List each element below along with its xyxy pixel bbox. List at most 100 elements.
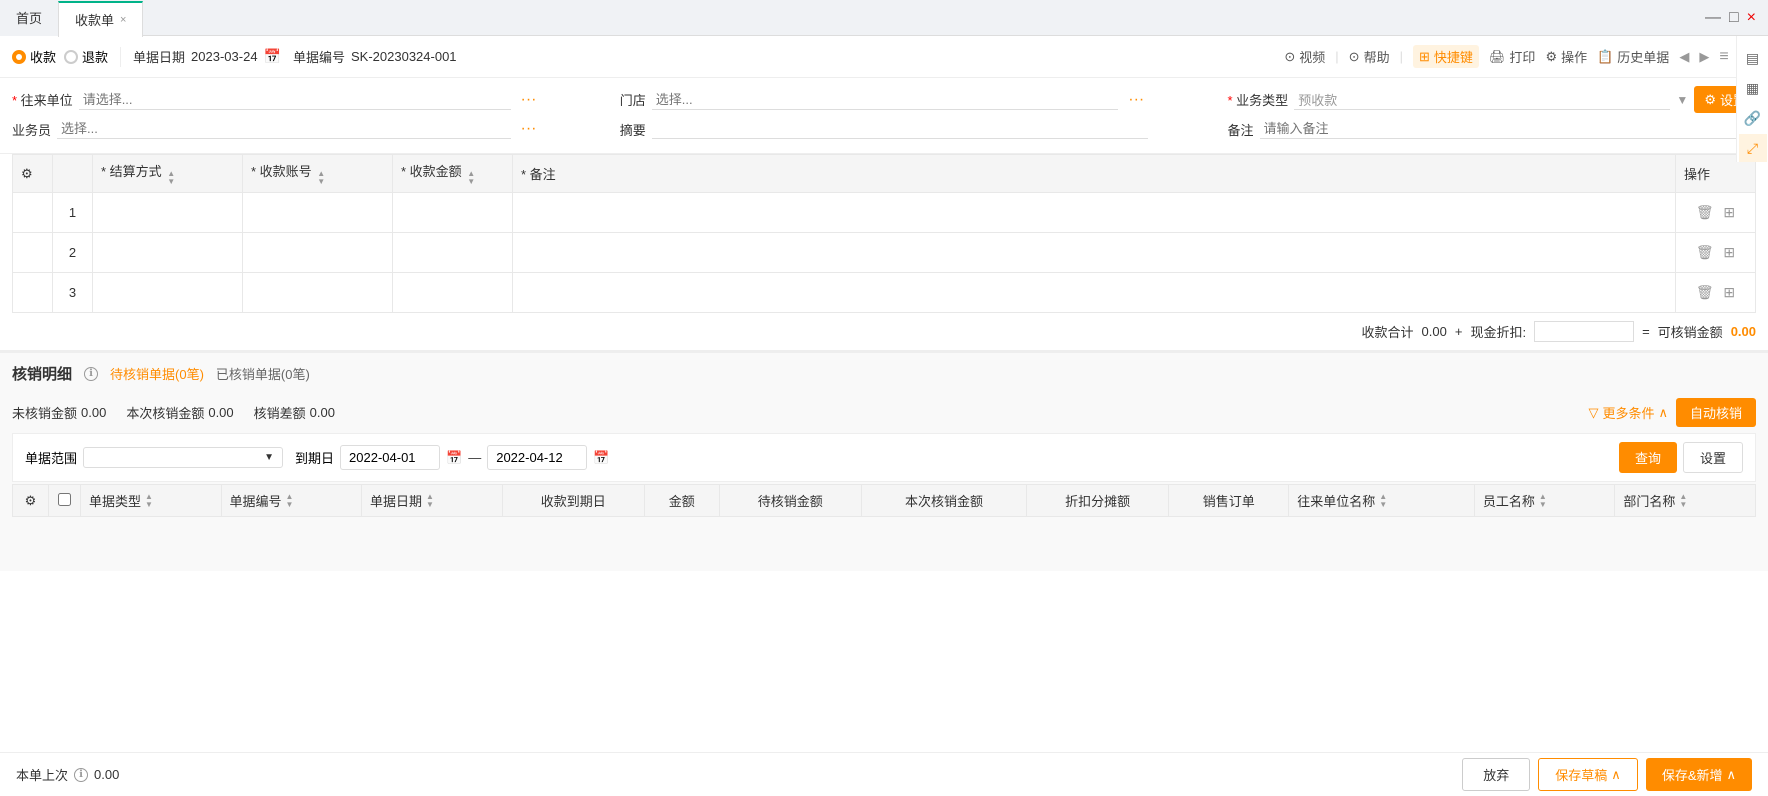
tab-close-icon[interactable]: ×	[120, 14, 126, 26]
td-amount-3[interactable]	[393, 273, 513, 313]
pending-tab[interactable]: 待核销单据(0笔)	[110, 364, 204, 383]
select-all-checkbox[interactable]	[58, 493, 71, 506]
delete-row-1-btn[interactable]: 🗑	[1696, 204, 1714, 220]
layout-icon1[interactable]: ≡	[1719, 48, 1728, 66]
discard-btn[interactable]: 放弃	[1462, 758, 1530, 791]
more-conditions-btn[interactable]: ▽ 更多条件 ∧	[1588, 403, 1668, 422]
td-op-1: 🗑 ⊞	[1676, 193, 1756, 233]
cal-from-icon[interactable]: 📅	[446, 450, 462, 466]
receipt-radio-dot	[12, 50, 26, 64]
bth-counterpart: 往来单位名称 ▲▼	[1289, 485, 1475, 517]
sort-doc-num[interactable]: ▲▼	[286, 493, 294, 509]
td-settle-1[interactable]	[93, 193, 243, 233]
cal-to-icon[interactable]: 📅	[593, 450, 609, 466]
date-to-input[interactable]	[487, 445, 587, 470]
td-remark-2[interactable]	[513, 233, 1676, 273]
td-settle-2[interactable]	[93, 233, 243, 273]
bth-counterpart-label: 往来单位名称	[1297, 491, 1375, 510]
tab-home[interactable]: 首页	[0, 0, 58, 36]
summary-input[interactable]	[652, 119, 1148, 139]
sort-doc-type[interactable]: ▲▼	[145, 493, 153, 509]
nav-prev-icon[interactable]: ◀	[1679, 49, 1689, 65]
save-new-btn[interactable]: 保存&新增 ∧	[1646, 758, 1752, 791]
sort-counterpart[interactable]: ▲▼	[1379, 493, 1387, 509]
td-account-1[interactable]	[243, 193, 393, 233]
minimize-button[interactable]: —	[1705, 9, 1721, 27]
bth-settings[interactable]: ⚙	[13, 485, 49, 517]
discount-label: 现金折扣:	[1470, 322, 1526, 341]
biz-type-arrow[interactable]: ▼	[1676, 93, 1688, 107]
help-btn[interactable]: ⊙ 帮助	[1349, 47, 1390, 66]
delete-row-2-btn[interactable]: 🗑	[1696, 244, 1714, 260]
td-amount-2[interactable]	[393, 233, 513, 273]
tab-receipt[interactable]: 收款单 ×	[58, 1, 143, 37]
panel-icon-3[interactable]: 🔗	[1739, 104, 1767, 132]
tab-home-label: 首页	[16, 8, 42, 27]
salesperson-more-btn[interactable]: ···	[517, 120, 541, 138]
sort-account[interactable]: ▲▼	[317, 170, 325, 186]
panel-icon-4[interactable]: ⤢	[1739, 134, 1767, 162]
counterpart-more-btn[interactable]: ···	[517, 91, 541, 109]
store-more-btn[interactable]: ···	[1124, 91, 1148, 109]
bth-check[interactable]	[49, 485, 81, 517]
store-input[interactable]	[652, 90, 1118, 110]
td-remark-1[interactable]	[513, 193, 1676, 233]
td-account-3[interactable]	[243, 273, 393, 313]
operate-btn[interactable]: ⚙ 操作	[1545, 47, 1587, 66]
discount-input[interactable]	[1534, 321, 1634, 342]
shortcut-btn[interactable]: ⊞ 快捷键	[1413, 45, 1479, 68]
calendar-icon[interactable]: 📅	[264, 48, 281, 65]
bth-doc-date: 单据日期 ▲▼	[362, 485, 503, 517]
auto-verify-btn[interactable]: 自动核销	[1676, 398, 1756, 427]
filter-settings-btn[interactable]: 设置	[1683, 442, 1743, 473]
bth-doc-num-label: 单据编号	[230, 491, 282, 510]
sort-employee[interactable]: ▲▼	[1539, 493, 1547, 509]
print-label: 打印	[1509, 47, 1535, 66]
td-account-2[interactable]	[243, 233, 393, 273]
history-btn[interactable]: 📋 历史单据	[1597, 47, 1669, 66]
date-label: 单据日期	[133, 47, 185, 66]
receipt-radio[interactable]: 收款	[12, 47, 56, 66]
td-settle-3[interactable]	[93, 273, 243, 313]
salesperson-input[interactable]	[57, 119, 510, 139]
refund-radio[interactable]: 退款	[64, 47, 108, 66]
bth-sales: 销售订单	[1169, 485, 1289, 517]
done-tab[interactable]: 已核销单据(0笔)	[216, 364, 310, 383]
td-remark-3[interactable]	[513, 273, 1676, 313]
right-panel: ▤ ▦ 🔗 ⤢	[1736, 36, 1768, 162]
th-settings[interactable]: ⚙	[13, 155, 53, 193]
delete-row-3-btn[interactable]: 🗑	[1696, 284, 1714, 300]
video-btn[interactable]: ⊙ 视频	[1284, 47, 1325, 66]
sort-dept[interactable]: ▲▼	[1679, 493, 1687, 509]
nav-next-icon[interactable]: ▶	[1699, 49, 1709, 65]
copy-row-3-btn[interactable]: ⊞	[1723, 284, 1735, 300]
save-draft-btn[interactable]: 保存草稿 ∧	[1538, 758, 1638, 791]
sort-doc-date[interactable]: ▲▼	[426, 493, 434, 509]
video-icon: ⊙	[1284, 49, 1295, 65]
date-from-input[interactable]	[340, 445, 440, 470]
remark-input[interactable]	[1260, 119, 1756, 139]
sort-amount[interactable]: ▲▼	[467, 170, 475, 186]
bth-doc-date-label: 单据日期	[370, 491, 422, 510]
store-field: 门店 ···	[620, 90, 1148, 110]
td-amount-1[interactable]	[393, 193, 513, 233]
query-btn[interactable]: 查询	[1619, 442, 1677, 473]
print-btn[interactable]: 🖨 打印	[1489, 47, 1536, 66]
bth-dept-label: 部门名称	[1623, 491, 1675, 510]
close-button[interactable]: ×	[1747, 9, 1756, 27]
counterpart-input[interactable]	[79, 90, 511, 110]
sort-settle[interactable]: ▲▼	[167, 170, 175, 186]
summary-label: 摘要	[620, 120, 646, 139]
copy-row-1-btn[interactable]: ⊞	[1723, 204, 1735, 220]
panel-icon-1[interactable]: ▤	[1739, 44, 1767, 72]
biz-type-input[interactable]	[1294, 90, 1670, 110]
maximize-button[interactable]: □	[1729, 9, 1739, 27]
th-amount-label: * 收款金额	[401, 164, 462, 179]
shortcut-label: 快捷键	[1434, 47, 1473, 66]
draft-arrow-icon: ∧	[1611, 767, 1621, 783]
operate-label: 操作	[1561, 47, 1587, 66]
copy-row-2-btn[interactable]: ⊞	[1723, 244, 1735, 260]
panel-icon-2[interactable]: ▦	[1739, 74, 1767, 102]
range-select[interactable]: ▼	[83, 447, 283, 468]
remark-label: 备注	[1228, 120, 1254, 139]
